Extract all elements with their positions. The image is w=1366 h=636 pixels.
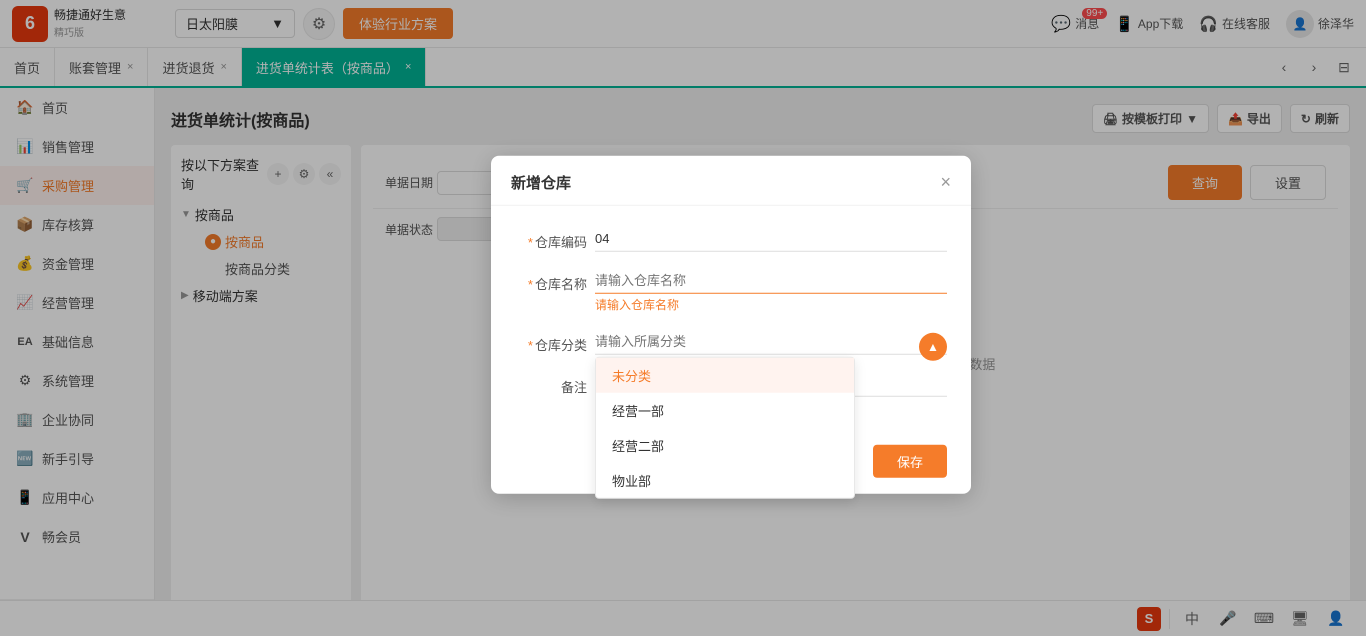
form-row-category: 仓库分类 ▲ 未分类 经营一部 经营二部 物业部 (515, 329, 947, 355)
dropdown-item-dept1[interactable]: 经营一部 (596, 393, 854, 428)
code-label: 仓库编码 (515, 226, 587, 251)
name-label: 仓库名称 (515, 268, 587, 293)
name-error-msg: 请输入仓库名称 (595, 296, 947, 313)
category-dropdown-button[interactable]: ▲ (919, 333, 947, 361)
add-warehouse-modal: 新增仓库 × 仓库编码 仓库名称 请输入仓库名称 仓库分类 ▲ (491, 156, 971, 494)
modal-body: 仓库编码 仓库名称 请输入仓库名称 仓库分类 ▲ 未分类 经营一部 (491, 206, 971, 433)
save-button[interactable]: 保存 (873, 445, 947, 478)
modal-close-button[interactable]: × (940, 172, 951, 193)
form-row-name: 仓库名称 请输入仓库名称 (515, 268, 947, 313)
modal-title: 新增仓库 (511, 172, 571, 193)
dropdown-item-dept2[interactable]: 经营二部 (596, 428, 854, 463)
form-row-code: 仓库编码 (515, 226, 947, 252)
dropdown-item-unclassified[interactable]: 未分类 (596, 358, 854, 393)
category-input[interactable] (595, 329, 947, 355)
category-dropdown: 未分类 经营一部 经营二部 物业部 (595, 357, 855, 499)
category-select-wrapper: ▲ 未分类 经营一部 经营二部 物业部 (595, 329, 947, 355)
code-input[interactable] (595, 226, 947, 252)
name-input[interactable] (595, 268, 947, 294)
category-label: 仓库分类 (515, 329, 587, 354)
dropdown-item-property[interactable]: 物业部 (596, 463, 854, 498)
modal-header: 新增仓库 × (491, 156, 971, 206)
note-label: 备注 (515, 371, 587, 396)
